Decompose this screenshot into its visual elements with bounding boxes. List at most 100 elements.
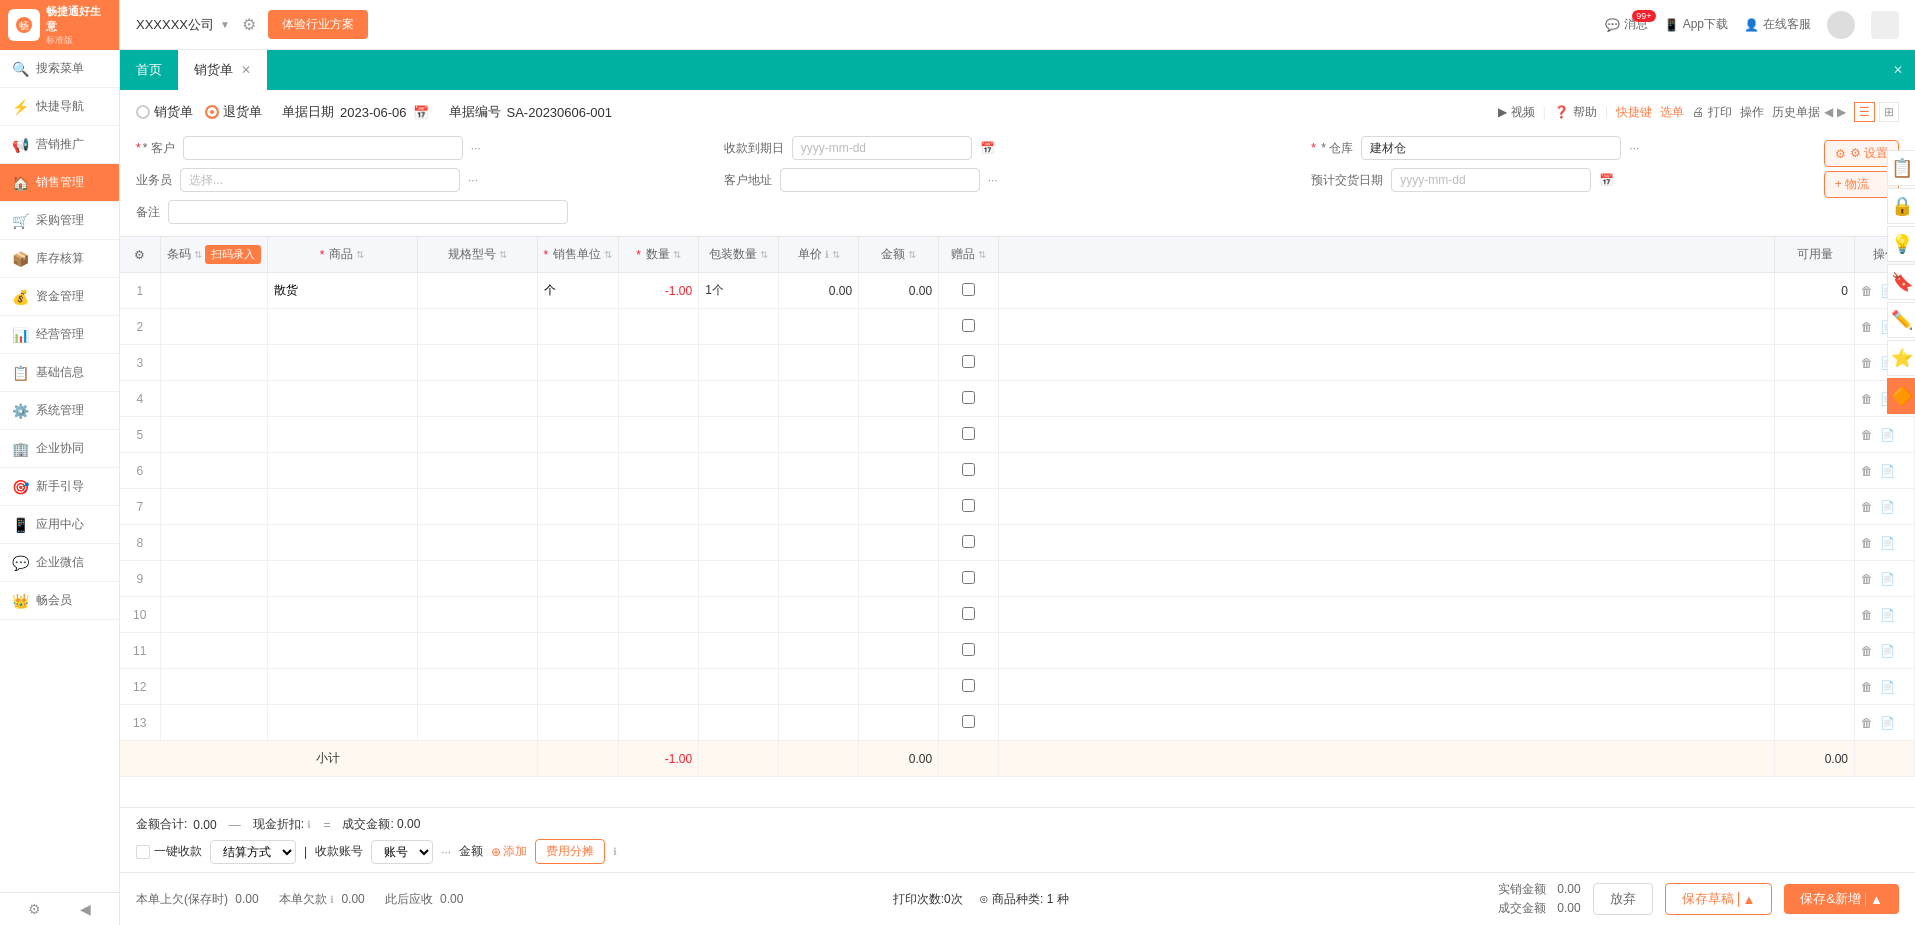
row-amount[interactable] (859, 525, 939, 561)
sidebar-settings-btn[interactable]: ⚙ (28, 901, 41, 917)
gift-checkbox[interactable] (962, 355, 975, 368)
row-amount[interactable] (859, 705, 939, 741)
ops-btn[interactable]: 操作 (1740, 104, 1764, 121)
sidebar-item-guide[interactable]: 🎯 新手引导 (0, 468, 119, 506)
row-barcode[interactable] (160, 273, 267, 309)
float-highlight-btn[interactable]: 🔶 (1887, 378, 1915, 414)
row-unit[interactable] (537, 669, 619, 705)
delete-icon[interactable]: 🗑 (1861, 284, 1873, 298)
row-product[interactable] (267, 633, 417, 669)
history-nav-next[interactable]: ▶ (1837, 105, 1846, 119)
select-btn[interactable]: 选单 (1660, 104, 1684, 121)
row-pkg[interactable] (699, 417, 779, 453)
row-barcode[interactable] (160, 489, 267, 525)
expected-cal-icon[interactable]: 📅 (1599, 173, 1614, 187)
sidebar-item-inventory[interactable]: 📦 库存核算 (0, 240, 119, 278)
pay-checkbox[interactable]: 一键收款 (136, 843, 202, 860)
copy-icon[interactable]: 📄 (1880, 500, 1895, 514)
row-unit[interactable] (537, 345, 619, 381)
row-qty[interactable] (619, 561, 699, 597)
row-unit[interactable] (537, 273, 619, 309)
row-barcode[interactable] (160, 525, 267, 561)
overdue-info-icon[interactable]: ℹ (330, 894, 334, 905)
row-product[interactable] (267, 345, 417, 381)
delete-icon[interactable]: 🗑 (1861, 356, 1873, 370)
delete-icon[interactable]: 🗑 (1861, 464, 1873, 478)
expense-info-icon[interactable]: ℹ (613, 846, 617, 857)
addr-more-icon[interactable]: ··· (988, 173, 998, 187)
row-qty[interactable] (619, 669, 699, 705)
save-draft-btn[interactable]: 保存草稿 ▲ (1665, 883, 1773, 915)
sidebar-item-sales[interactable]: 🏠 销售管理 (0, 164, 119, 202)
float-tag-btn[interactable]: 🔖 (1887, 264, 1915, 300)
row-spec[interactable] (417, 309, 537, 345)
customer-input[interactable] (183, 136, 463, 160)
row-unit[interactable] (537, 381, 619, 417)
row-price[interactable] (779, 489, 859, 525)
float-tip-btn[interactable]: 💡 (1887, 226, 1915, 262)
user-menu-btn[interactable] (1871, 11, 1899, 39)
row-spec[interactable] (417, 417, 537, 453)
row-pkg[interactable] (699, 561, 779, 597)
copy-icon[interactable]: 📄 (1880, 644, 1895, 658)
row-product[interactable] (267, 417, 417, 453)
sidebar-item-basic[interactable]: 📋 基础信息 (0, 354, 119, 392)
row-gift[interactable] (939, 417, 999, 453)
row-amount[interactable] (859, 453, 939, 489)
row-qty[interactable] (619, 633, 699, 669)
radio-sales[interactable]: 销货单 (136, 103, 193, 121)
delete-icon[interactable]: 🗑 (1861, 536, 1873, 550)
row-price[interactable] (779, 417, 859, 453)
online-service-btn[interactable]: 👤 在线客服 (1744, 16, 1811, 33)
row-gift[interactable] (939, 597, 999, 633)
row-qty[interactable] (619, 345, 699, 381)
row-gift[interactable] (939, 705, 999, 741)
row-amount[interactable] (859, 381, 939, 417)
row-pkg[interactable] (699, 345, 779, 381)
row-qty[interactable] (619, 489, 699, 525)
amount-sort-icon[interactable]: ⇅ (908, 249, 916, 260)
dots-icon[interactable]: ··· (441, 845, 451, 859)
account-select[interactable]: 账号 (371, 840, 433, 864)
gift-checkbox[interactable] (962, 679, 975, 692)
row-pkg[interactable]: 1个 (699, 273, 779, 309)
list-view-btn[interactable]: ☰ (1854, 102, 1875, 122)
row-product[interactable] (267, 381, 417, 417)
row-amount[interactable] (859, 597, 939, 633)
row-amount[interactable] (859, 345, 939, 381)
row-pkg[interactable] (699, 525, 779, 561)
pkg-sort-icon[interactable]: ⇅ (760, 249, 768, 260)
row-qty[interactable] (619, 417, 699, 453)
row-gift[interactable] (939, 669, 999, 705)
calendar-icon[interactable]: 📅 (413, 105, 429, 120)
row-pkg[interactable] (699, 309, 779, 345)
gift-checkbox[interactable] (962, 463, 975, 476)
row-spec[interactable] (417, 489, 537, 525)
row-price[interactable] (779, 525, 859, 561)
row-pkg[interactable] (699, 705, 779, 741)
row-amount[interactable] (859, 633, 939, 669)
row-barcode[interactable] (160, 417, 267, 453)
row-spec[interactable] (417, 381, 537, 417)
gift-checkbox[interactable] (962, 535, 975, 548)
row-gift[interactable] (939, 633, 999, 669)
sidebar-item-wechat[interactable]: 💬 企业微信 (0, 544, 119, 582)
settle-select[interactable]: 结算方式 (210, 840, 296, 864)
row-barcode[interactable] (160, 453, 267, 489)
gift-sort-icon[interactable]: ⇅ (978, 249, 986, 260)
gift-checkbox[interactable] (962, 715, 975, 728)
row-qty[interactable] (619, 597, 699, 633)
sidebar-item-quick-nav[interactable]: ⚡ 快捷导航 (0, 88, 119, 126)
row-pkg[interactable] (699, 669, 779, 705)
gift-checkbox[interactable] (962, 571, 975, 584)
gift-checkbox[interactable] (962, 643, 975, 656)
copy-icon[interactable]: 📄 (1880, 716, 1895, 730)
copy-icon[interactable]: 📄 (1880, 608, 1895, 622)
row-product[interactable] (267, 705, 417, 741)
sidebar-collapse-btn[interactable]: ◀ (80, 901, 91, 917)
tab-close-icon[interactable]: ✕ (241, 63, 251, 77)
row-price[interactable] (779, 453, 859, 489)
sidebar-item-finance[interactable]: 💰 资金管理 (0, 278, 119, 316)
row-unit[interactable] (537, 309, 619, 345)
history-nav-prev[interactable]: ◀ (1824, 105, 1833, 119)
